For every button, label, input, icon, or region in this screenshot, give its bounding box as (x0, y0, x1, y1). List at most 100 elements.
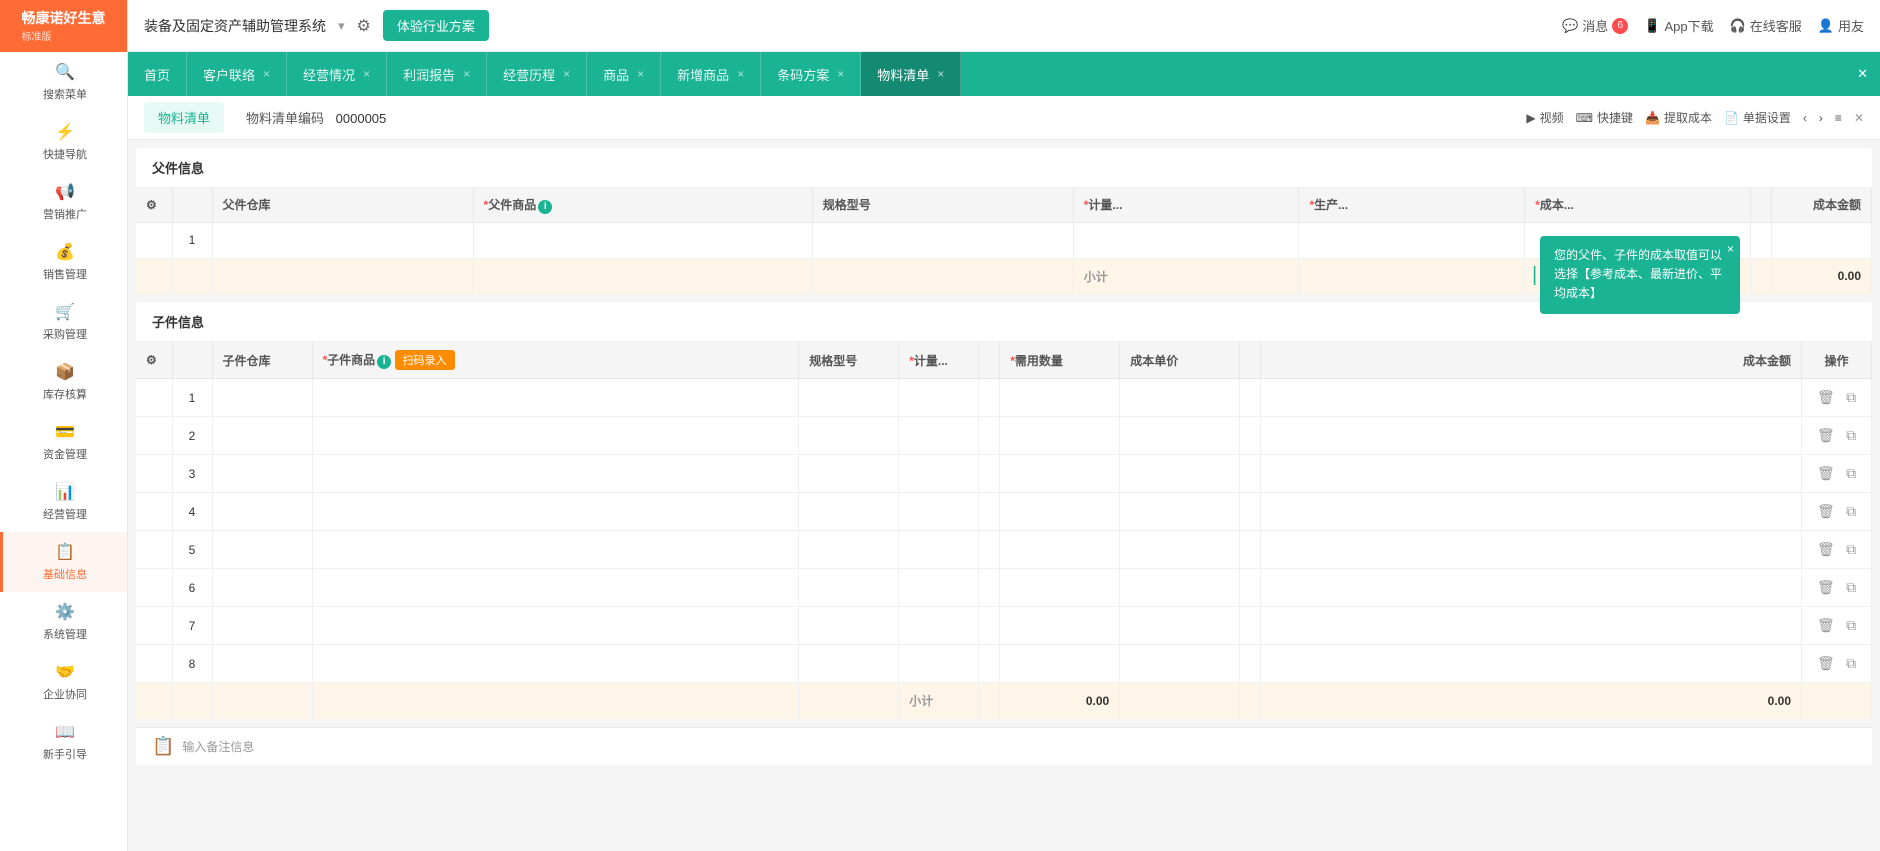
child-cell-unit-6[interactable] (899, 607, 979, 645)
child-cell-qty-0[interactable] (1000, 379, 1120, 417)
nav-tab-close-7[interactable]: × (837, 67, 844, 81)
message-item[interactable]: 💬 消息 6 (1562, 16, 1628, 35)
child-cell-warehouse-4[interactable] (212, 531, 312, 569)
child-cell-warehouse-1[interactable] (212, 417, 312, 455)
copy-row-btn-5[interactable]: ⧉ (1842, 577, 1860, 598)
nav-tab-8[interactable]: 物料清单× (861, 52, 961, 96)
parent-cell-warehouse[interactable] (212, 222, 473, 258)
copy-row-btn-6[interactable]: ⧉ (1842, 615, 1860, 636)
child-cell-warehouse-0[interactable] (212, 379, 312, 417)
child-cell-warehouse-7[interactable] (212, 645, 312, 683)
child-cell-unit-cost-3[interactable] (1120, 493, 1240, 531)
child-cell-qty-6[interactable] (1000, 607, 1120, 645)
sub-tab-material-list[interactable]: 物料清单 (144, 102, 224, 133)
child-cell-product-3[interactable] (312, 493, 799, 531)
child-cell-unit-5[interactable] (899, 569, 979, 607)
nav-prev-btn[interactable]: ‹ (1803, 111, 1807, 125)
parent-th-settings[interactable]: ⚙ (136, 188, 172, 222)
nav-tab-close-2[interactable]: × (363, 67, 370, 81)
child-cell-warehouse-3[interactable] (212, 493, 312, 531)
child-cell-spec-5[interactable] (799, 569, 899, 607)
child-cell-unit-cost-0[interactable] (1120, 379, 1240, 417)
child-cell-product-5[interactable] (312, 569, 799, 607)
nav-close-all-btn[interactable]: ✕ (1845, 66, 1880, 82)
video-action[interactable]: ▶ 视频 (1526, 109, 1563, 126)
sidebar-item-3[interactable]: 💰销售管理 (0, 232, 127, 292)
child-cell-spec-0[interactable] (799, 379, 899, 417)
child-cell-unit-cost-7[interactable] (1120, 645, 1240, 683)
child-cell-unit-7[interactable] (899, 645, 979, 683)
delete-row-btn-5[interactable]: 🗑 (1813, 577, 1839, 598)
copy-row-btn-1[interactable]: ⧉ (1842, 425, 1860, 446)
sidebar-item-9[interactable]: ⚙️系统管理 (0, 592, 127, 652)
child-cell-spec-7[interactable] (799, 645, 899, 683)
child-cell-spec-3[interactable] (799, 493, 899, 531)
nav-tab-close-3[interactable]: × (463, 67, 470, 81)
child-cell-product-0[interactable] (312, 379, 799, 417)
child-cell-product-1[interactable] (312, 417, 799, 455)
sidebar-item-7[interactable]: 📊经营管理 (0, 472, 127, 532)
copy-row-btn-4[interactable]: ⧉ (1842, 539, 1860, 560)
child-cell-spec-1[interactable] (799, 417, 899, 455)
delete-row-btn-6[interactable]: 🗑 (1813, 615, 1839, 636)
child-cell-qty-3[interactable] (1000, 493, 1120, 531)
parent-cell-unit[interactable] (1073, 222, 1299, 258)
child-cell-warehouse-5[interactable] (212, 569, 312, 607)
child-cell-product-7[interactable] (312, 645, 799, 683)
nav-tab-close-4[interactable]: × (563, 67, 570, 81)
shortcut-action[interactable]: ⌨ 快捷键 (1576, 109, 1633, 126)
sidebar-item-0[interactable]: 🔍搜索菜单 (0, 52, 127, 112)
nav-next-btn[interactable]: › (1819, 111, 1823, 125)
delete-row-btn-4[interactable]: 🗑 (1813, 539, 1839, 560)
nav-tab-4[interactable]: 经营历程× (487, 52, 587, 96)
nav-tab-5[interactable]: 商品× (587, 52, 661, 96)
parent-cell-spec[interactable] (812, 222, 1073, 258)
sidebar-item-11[interactable]: 📖新手引导 (0, 712, 127, 772)
copy-row-btn-7[interactable]: ⧉ (1842, 653, 1860, 674)
user-item[interactable]: 👤 用友 (1818, 16, 1864, 35)
parent-cell-product[interactable] (473, 222, 812, 258)
child-cell-unit-3[interactable] (899, 493, 979, 531)
child-cell-product-2[interactable] (312, 455, 799, 493)
copy-row-btn-0[interactable]: ⧉ (1842, 387, 1860, 408)
child-cell-product-4[interactable] (312, 531, 799, 569)
child-cell-qty-4[interactable] (1000, 531, 1120, 569)
tooltip-close-btn[interactable]: × (1727, 240, 1734, 259)
child-th-settings[interactable]: ⚙ (136, 342, 172, 379)
child-cell-unit-4[interactable] (899, 531, 979, 569)
child-cell-warehouse-2[interactable] (212, 455, 312, 493)
nav-tab-2[interactable]: 经营情况× (287, 52, 387, 96)
child-cell-spec-6[interactable] (799, 607, 899, 645)
delete-row-btn-3[interactable]: 🗑 (1813, 501, 1839, 522)
child-cell-qty-2[interactable] (1000, 455, 1120, 493)
delete-row-btn-2[interactable]: 🗑 (1813, 463, 1839, 484)
nav-tab-close-8[interactable]: × (937, 67, 944, 81)
delete-row-btn-1[interactable]: 🗑 (1813, 425, 1839, 446)
child-cell-qty-5[interactable] (1000, 569, 1120, 607)
nav-tab-close-5[interactable]: × (637, 67, 644, 81)
sidebar-item-2[interactable]: 📢营销推广 (0, 172, 127, 232)
sidebar-item-8[interactable]: 📋基础信息 (0, 532, 127, 592)
child-cell-unit-cost-2[interactable] (1120, 455, 1240, 493)
child-cell-qty-7[interactable] (1000, 645, 1120, 683)
child-cell-unit-cost-5[interactable] (1120, 569, 1240, 607)
nav-tab-7[interactable]: 条码方案× (761, 52, 861, 96)
nav-tab-close-1[interactable]: × (263, 67, 270, 81)
child-cell-warehouse-6[interactable] (212, 607, 312, 645)
child-cell-spec-4[interactable] (799, 531, 899, 569)
sidebar-item-10[interactable]: 🤝企业协同 (0, 652, 127, 712)
extract-cost-action[interactable]: 📥 提取成本 (1645, 109, 1712, 126)
child-cell-unit-0[interactable] (899, 379, 979, 417)
child-cell-unit-cost-4[interactable] (1120, 531, 1240, 569)
sidebar-item-5[interactable]: 📦库存核算 (0, 352, 127, 412)
online-service-item[interactable]: 🎧 在线客服 (1730, 16, 1802, 35)
app-download-item[interactable]: 📱 App下载 (1644, 16, 1713, 35)
child-cell-unit-cost-1[interactable] (1120, 417, 1240, 455)
dropdown-arrow-icon[interactable]: ▾ (338, 18, 345, 34)
child-cell-spec-2[interactable] (799, 455, 899, 493)
child-cell-qty-1[interactable] (1000, 417, 1120, 455)
nav-tab-6[interactable]: 新增商品× (661, 52, 761, 96)
nav-tab-0[interactable]: 首页 (128, 52, 187, 96)
child-cell-unit-1[interactable] (899, 417, 979, 455)
delete-row-btn-0[interactable]: 🗑 (1813, 387, 1839, 408)
